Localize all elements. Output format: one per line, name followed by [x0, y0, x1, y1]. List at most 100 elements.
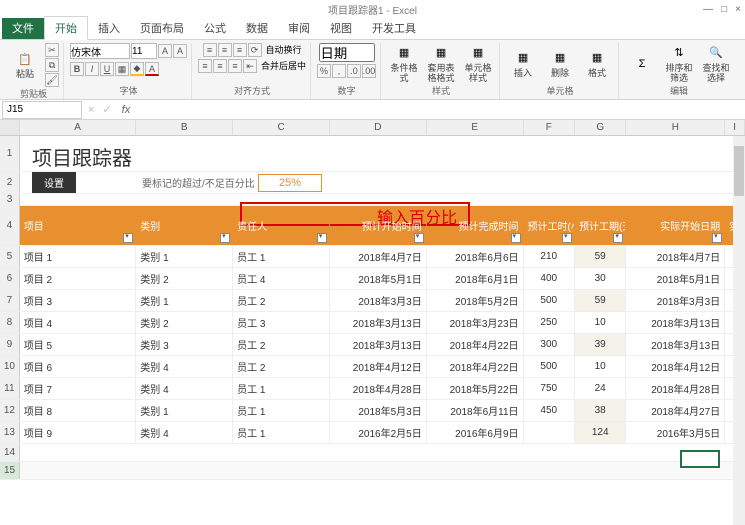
filter-button[interactable] [511, 233, 521, 243]
formula-input[interactable] [136, 101, 745, 119]
row-header[interactable]: 4 [0, 206, 20, 245]
comma-icon[interactable]: .0 [347, 64, 361, 78]
insert-cell-button[interactable]: ▦插入 [506, 49, 540, 79]
fx-icon[interactable]: fx [116, 104, 137, 116]
sort-filter-button[interactable]: ⇅排序和筛选 [662, 44, 696, 84]
col-header[interactable]: B [136, 120, 233, 135]
cell-est-days[interactable]: 59 [575, 246, 626, 267]
tab-file[interactable]: 文件 [2, 17, 44, 39]
cell-est-days[interactable]: 38 [575, 400, 626, 421]
find-select-button[interactable]: 🔍查找和选择 [699, 44, 733, 84]
tab-insert[interactable]: 插入 [88, 17, 130, 39]
cell-act-start[interactable]: 2016年3月5日 [626, 422, 725, 443]
row-header[interactable]: 8 [0, 312, 20, 333]
indent-dec-icon[interactable]: ⇤ [243, 59, 257, 73]
row-header[interactable]: 11 [0, 378, 20, 399]
cell-est-start[interactable]: 2018年4月7日 [330, 246, 427, 267]
font-size-input[interactable] [131, 43, 157, 59]
filter-button[interactable] [317, 233, 327, 243]
cell-est-hours[interactable]: 450 [524, 400, 575, 421]
cell-project[interactable]: 项目 7 [20, 378, 137, 399]
cell-est-hours[interactable]: 250 [524, 312, 575, 333]
vertical-scrollbar[interactable] [733, 136, 745, 525]
cell-category[interactable]: 类别 2 [136, 268, 233, 289]
cell-est-end[interactable]: 2016年6月9日 [427, 422, 524, 443]
cell-category[interactable]: 类别 2 [136, 312, 233, 333]
worksheet-grid[interactable]: A B C D E F G H I 1 项目跟踪器 2 设置 要标记的超过/不足… [0, 120, 745, 525]
cell-est-hours[interactable]: 750 [524, 378, 575, 399]
cell-est-end[interactable]: 2018年5月22日 [427, 378, 524, 399]
inc-decimal-icon[interactable]: .00 [362, 64, 376, 78]
align-left-icon[interactable]: ≡ [198, 59, 212, 73]
maximize-icon[interactable]: □ [721, 4, 727, 15]
cell-category[interactable]: 类别 1 [136, 400, 233, 421]
cell-act-start[interactable]: 2018年3月3日 [626, 290, 725, 311]
cell-est-end[interactable]: 2018年6月1日 [427, 268, 524, 289]
col-header[interactable]: G [575, 120, 626, 135]
delete-cell-button[interactable]: ▦删除 [543, 49, 577, 79]
select-all-corner[interactable] [0, 120, 20, 135]
cell-project[interactable]: 项目 4 [20, 312, 137, 333]
cell-est-start[interactable]: 2018年3月13日 [330, 312, 427, 333]
row-header[interactable]: 14 [0, 444, 20, 461]
orientation-icon[interactable]: ⟳ [248, 43, 262, 57]
filter-button[interactable] [414, 233, 424, 243]
filter-button[interactable] [712, 233, 722, 243]
cell-est-end[interactable]: 2018年4月22日 [427, 356, 524, 377]
cell-owner[interactable]: 员工 1 [233, 378, 330, 399]
table-format-button[interactable]: ▦套用表格格式 [424, 44, 458, 84]
cell-est-hours[interactable] [524, 422, 575, 443]
active-cell[interactable] [680, 450, 720, 468]
cell-est-days[interactable]: 59 [575, 290, 626, 311]
cell-category[interactable]: 类别 4 [136, 422, 233, 443]
font-color-icon[interactable]: A [145, 62, 159, 76]
row-header[interactable]: 6 [0, 268, 20, 289]
format-painter-icon[interactable]: 🖌 [45, 73, 59, 87]
filter-button[interactable] [562, 233, 572, 243]
increase-font-icon[interactable]: A [158, 44, 172, 58]
cell-owner[interactable]: 员工 1 [233, 400, 330, 421]
cell-est-days[interactable]: 24 [575, 378, 626, 399]
cell-est-start[interactable]: 2018年4月12日 [330, 356, 427, 377]
paste-button[interactable]: 📋 粘贴 [8, 50, 42, 80]
tab-formula[interactable]: 公式 [194, 17, 236, 39]
bold-button[interactable]: B [70, 62, 84, 76]
row-header[interactable]: 2 [0, 172, 20, 193]
cell-owner[interactable]: 员工 1 [233, 422, 330, 443]
cell-owner[interactable]: 员工 4 [233, 268, 330, 289]
cell-est-hours[interactable]: 500 [524, 356, 575, 377]
cell-est-days[interactable]: 124 [575, 422, 626, 443]
row-header[interactable]: 7 [0, 290, 20, 311]
cut-icon[interactable]: ✂ [45, 43, 59, 57]
filter-button[interactable] [220, 233, 230, 243]
col-header[interactable]: E [427, 120, 524, 135]
row-header[interactable]: 9 [0, 334, 20, 355]
underline-button[interactable]: U [100, 62, 114, 76]
cancel-formula-icon[interactable]: × [84, 104, 98, 116]
cell-project[interactable]: 项目 1 [20, 246, 137, 267]
cell-act-start[interactable]: 2018年3月13日 [626, 334, 725, 355]
currency-icon[interactable]: % [317, 64, 331, 78]
align-top-icon[interactable]: ≡ [203, 43, 217, 57]
cell-est-hours[interactable]: 500 [524, 290, 575, 311]
name-box[interactable]: J15 [2, 101, 82, 119]
cell-est-hours[interactable]: 210 [524, 246, 575, 267]
cell-category[interactable]: 类别 1 [136, 290, 233, 311]
cell-project[interactable]: 项目 9 [20, 422, 137, 443]
autosum-button[interactable]: Σ [625, 55, 659, 73]
italic-button[interactable]: I [85, 62, 99, 76]
wrap-text-button[interactable]: 自动换行 [263, 43, 302, 57]
cell-project[interactable]: 项目 5 [20, 334, 137, 355]
cell-project[interactable]: 项目 6 [20, 356, 137, 377]
col-header[interactable]: I [725, 120, 745, 135]
cell-act-start[interactable]: 2018年4月12日 [626, 356, 725, 377]
col-header[interactable]: H [626, 120, 725, 135]
cell-est-days[interactable]: 39 [575, 334, 626, 355]
row-header[interactable]: 3 [0, 194, 20, 205]
filter-button[interactable] [123, 233, 133, 243]
cell-est-end[interactable]: 2018年3月23日 [427, 312, 524, 333]
cell-est-end[interactable]: 2018年4月22日 [427, 334, 524, 355]
cell-styles-button[interactable]: ▦单元格样式 [461, 44, 495, 84]
cell-est-start[interactable]: 2018年5月3日 [330, 400, 427, 421]
cell-category[interactable]: 类别 3 [136, 334, 233, 355]
